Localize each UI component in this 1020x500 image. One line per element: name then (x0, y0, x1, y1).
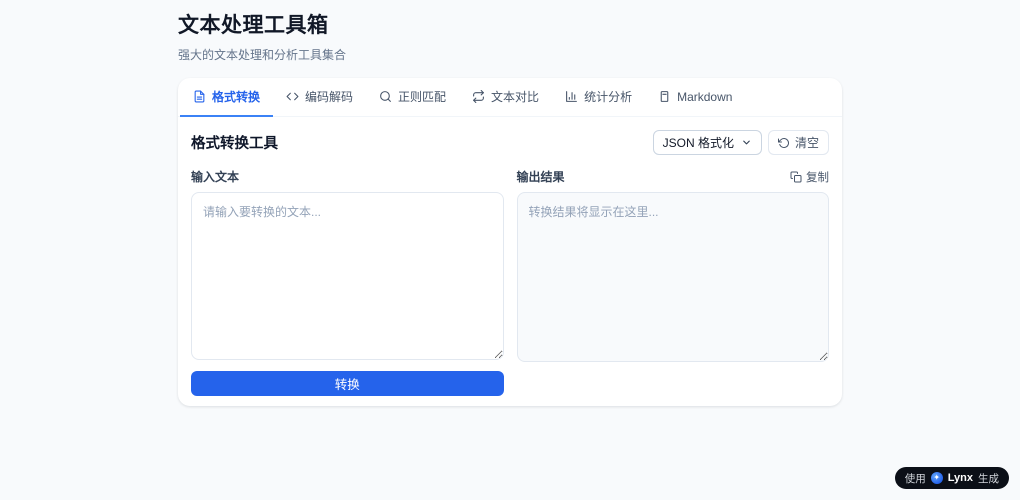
tool-panel: 格式转换工具 JSON 格式化 清空 输入文本 请输入要转换的文本... 转换 … (178, 117, 842, 406)
badge-suffix: 生成 (978, 472, 999, 485)
tool-card: 格式转换 编码解码 正则匹配 文本对比 统计分析 Markdown 格式转换工具… (178, 78, 842, 406)
code-icon (286, 90, 299, 103)
format-select-value: JSON 格式化 (662, 136, 734, 150)
tab-stats-analysis[interactable]: 统计分析 (552, 78, 645, 117)
refresh-icon (777, 137, 790, 149)
tab-regex-match[interactable]: 正则匹配 (366, 78, 459, 117)
page-container: 文本处理工具箱 强大的文本处理和分析工具集合 格式转换 编码解码 正则匹配 文本… (178, 0, 842, 406)
copy-button[interactable]: 复制 (790, 169, 829, 185)
tab-bar: 格式转换 编码解码 正则匹配 文本对比 统计分析 Markdown (178, 78, 842, 117)
file-text-icon (193, 90, 206, 103)
output-textarea[interactable] (516, 192, 829, 362)
tab-label: Markdown (677, 89, 733, 104)
tab-markdown[interactable]: Markdown (645, 78, 745, 117)
tab-text-diff[interactable]: 文本对比 (459, 78, 552, 117)
convert-button[interactable]: 转换 (191, 371, 504, 396)
bar-chart-icon (565, 90, 578, 103)
output-label: 输出结果 (516, 170, 565, 184)
lynx-logo-icon: ✦ (930, 472, 943, 484)
section-title: 格式转换工具 (191, 136, 278, 152)
tab-label: 编码解码 (305, 90, 354, 104)
copy-button-label: 复制 (806, 171, 829, 184)
lynx-badge[interactable]: 使用 ✦ Lynx 生成 (894, 467, 1009, 489)
input-panel: 输入文本 转换 (191, 168, 504, 396)
tab-label: 格式转换 (212, 90, 261, 104)
clear-button[interactable]: 清空 (767, 130, 829, 155)
page-title: 文本处理工具箱 (178, 14, 329, 37)
tab-label: 文本对比 (491, 90, 540, 104)
tab-label: 正则匹配 (398, 90, 447, 104)
chevron-down-icon (741, 137, 752, 148)
format-select[interactable]: JSON 格式化 (652, 130, 762, 155)
clear-button-label: 清空 (794, 136, 819, 150)
search-icon (379, 90, 392, 103)
swap-icon (472, 90, 485, 103)
tab-label: 统计分析 (584, 90, 633, 104)
tab-encode-decode[interactable]: 编码解码 (273, 78, 366, 117)
tab-format-convert[interactable]: 格式转换 (180, 78, 274, 117)
badge-prefix: 使用 (904, 472, 926, 485)
copy-icon (790, 171, 802, 183)
input-textarea[interactable] (191, 192, 504, 360)
output-panel: 输出结果 复制 (516, 168, 829, 396)
input-label: 输入文本 (191, 170, 240, 184)
markdown-icon (658, 90, 671, 103)
page-subtitle: 强大的文本处理和分析工具集合 (178, 48, 347, 62)
badge-brand: Lynx (947, 472, 973, 484)
